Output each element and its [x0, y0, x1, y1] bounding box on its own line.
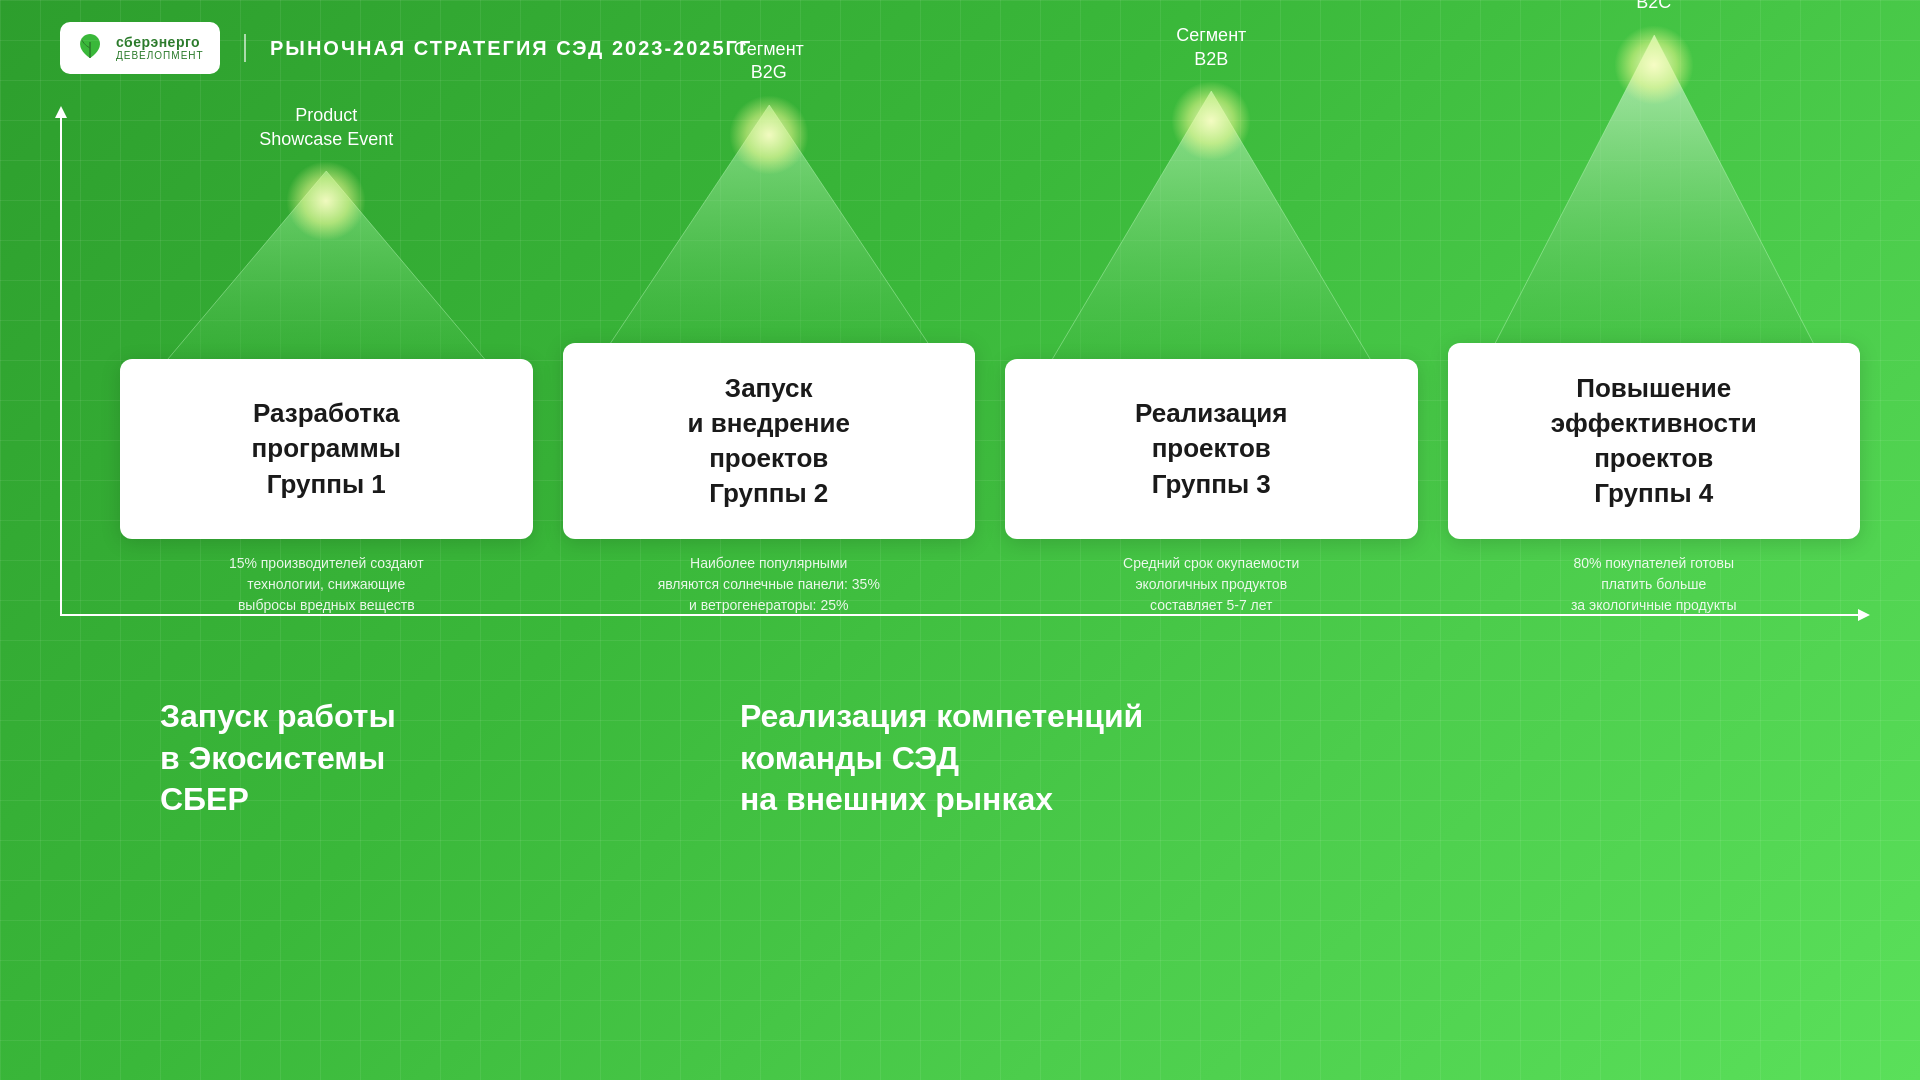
roof-2	[563, 95, 976, 345]
house-body-text-2: Запуски внедрениепроектовГруппы 2	[688, 371, 850, 511]
house-body-1: РазработкапрограммыГруппы 1	[120, 359, 533, 539]
roof-3	[1005, 81, 1418, 361]
segment-label-4: СегментB2C	[1619, 0, 1689, 15]
svg-marker-1	[166, 171, 486, 361]
house-body-text-1: РазработкапрограммыГруппы 1	[252, 396, 401, 501]
svg-marker-2	[609, 105, 929, 345]
house-body-4: ПовышениеэффективностипроектовГруппы 4	[1448, 343, 1861, 539]
segment-label-3: СегментB2B	[1176, 24, 1246, 71]
roof-4	[1448, 25, 1861, 345]
house-body-2: Запуски внедрениепроектовГруппы 2	[563, 343, 976, 539]
segment-label-2: СегментB2G	[734, 38, 804, 85]
house-body-3: РеализацияпроектовГруппы 3	[1005, 359, 1418, 539]
roof-svg-4	[1448, 25, 1861, 345]
bottom-left-text: Запуск работыв ЭкосистемыСБЕР	[160, 696, 640, 821]
svg-marker-3	[1051, 91, 1371, 361]
house-wrapper-3: РеализацияпроектовГруппы 3	[1005, 81, 1418, 539]
roof-svg-1	[120, 161, 533, 361]
house-body-text-3: РеализацияпроектовГруппы 3	[1135, 396, 1287, 501]
segment-label-1: ProductShowcase Event	[259, 104, 393, 151]
roof-1	[120, 161, 533, 361]
x-axis	[60, 614, 1860, 616]
house-col-1: ProductShowcase Event	[120, 104, 533, 616]
house-col-3: СегментB2B	[1005, 24, 1418, 616]
house-col-4: СегментB2C	[1448, 0, 1861, 616]
bottom-right-text: Реализация компетенцийкоманды СЭДна внеш…	[740, 696, 1800, 821]
bottom-section: Запуск работыв ЭкосистемыСБЕР Реализация…	[60, 656, 1860, 821]
houses-container: ProductShowcase Event	[100, 0, 1860, 616]
chart-area: ProductShowcase Event	[60, 96, 1860, 656]
house-wrapper-2: Запуски внедрениепроектовГруппы 2	[563, 95, 976, 539]
house-desc-4: 80% покупателей готовыплатить большеза э…	[1571, 553, 1737, 616]
bottom-left: Запуск работыв ЭкосистемыСБЕР	[160, 696, 640, 821]
roof-svg-2	[563, 95, 976, 345]
house-wrapper-1: РазработкапрограммыГруппы 1	[120, 161, 533, 539]
svg-marker-4	[1494, 35, 1814, 345]
bottom-right: Реализация компетенцийкоманды СЭДна внеш…	[640, 696, 1800, 821]
main-content: ProductShowcase Event	[0, 96, 1920, 821]
house-desc-2: Наиболее популярнымиявляются солнечные п…	[658, 553, 880, 616]
house-wrapper-4: ПовышениеэффективностипроектовГруппы 4	[1448, 25, 1861, 539]
roof-svg-3	[1005, 81, 1418, 361]
house-desc-3: Средний срок окупаемостиэкологичных прод…	[1123, 553, 1299, 616]
y-axis	[60, 116, 62, 616]
house-col-2: СегментB2G	[563, 38, 976, 616]
house-desc-1: 15% производителей создаюттехнологии, сн…	[229, 553, 424, 616]
house-body-text-4: ПовышениеэффективностипроектовГруппы 4	[1551, 371, 1757, 511]
